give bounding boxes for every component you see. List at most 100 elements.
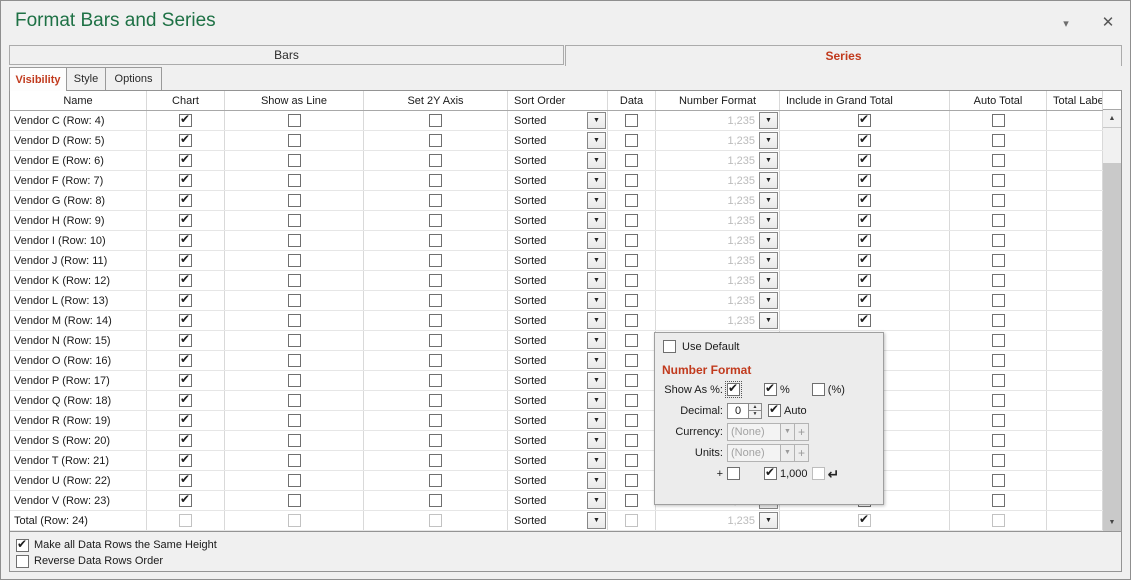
grand-total-checkbox[interactable] [858, 212, 871, 227]
table-row[interactable]: Vendor O (Row: 16)Sorted▼1,235▼ [10, 351, 1103, 371]
auto-total-checkbox[interactable] [991, 394, 1005, 407]
show-as-line-checkbox[interactable] [287, 134, 301, 147]
sort-order-dropdown-button[interactable]: ▼ [587, 452, 606, 469]
number-format-dropdown-button[interactable]: ▼ [759, 132, 778, 149]
number-format-dropdown-button[interactable]: ▼ [759, 312, 778, 329]
auto-total-checkbox[interactable] [991, 454, 1005, 467]
auto-total-checkbox[interactable] [991, 294, 1005, 307]
show-as-line-checkbox[interactable] [287, 494, 301, 507]
dialog-dropdown-caret-icon[interactable]: ▾ [1053, 13, 1079, 33]
number-format-dropdown-button[interactable]: ▼ [759, 272, 778, 289]
vertical-scrollbar[interactable]: ▲ ▼ [1103, 91, 1121, 531]
set-2y-axis-checkbox[interactable] [429, 254, 442, 267]
show-as-line-checkbox[interactable] [287, 154, 301, 167]
show-as-line-checkbox[interactable] [287, 474, 301, 487]
set-2y-axis-checkbox[interactable] [429, 374, 442, 387]
sort-order-dropdown-button[interactable]: ▼ [587, 132, 606, 149]
auto-checkbox[interactable] [768, 402, 781, 417]
sort-order-dropdown-button[interactable]: ▼ [587, 352, 606, 369]
scrollbar-up-icon[interactable]: ▲ [1103, 110, 1121, 127]
show-as-line-checkbox[interactable] [287, 394, 301, 407]
set-2y-axis-checkbox[interactable] [429, 274, 442, 287]
chart-checkbox[interactable] [179, 112, 192, 127]
set-2y-axis-checkbox[interactable] [429, 154, 442, 167]
spinner-down-icon[interactable]: ▼ [749, 411, 762, 419]
number-format-dropdown-button[interactable]: ▼ [759, 252, 778, 269]
show-as-line-checkbox[interactable] [287, 254, 301, 267]
table-row[interactable]: Vendor I (Row: 10) Sorted ▼ 1,235 ▼ [10, 231, 1103, 251]
set-2y-axis-checkbox[interactable] [429, 514, 442, 527]
show-as-line-checkbox[interactable] [287, 174, 301, 187]
show-as-line-checkbox[interactable] [287, 294, 301, 307]
auto-total-checkbox[interactable] [991, 274, 1005, 287]
set-2y-axis-checkbox[interactable] [429, 474, 442, 487]
sort-order-dropdown-button[interactable]: ▼ [587, 332, 606, 349]
scrollbar-thumb[interactable] [1103, 128, 1121, 163]
data-checkbox[interactable] [625, 114, 638, 127]
auto-total-checkbox[interactable] [991, 374, 1005, 387]
chart-checkbox[interactable] [179, 192, 192, 207]
sort-order-dropdown-button[interactable]: ▼ [587, 172, 606, 189]
show-as-line-checkbox[interactable] [287, 274, 301, 287]
sort-order-dropdown-button[interactable]: ▼ [587, 312, 606, 329]
data-checkbox[interactable] [625, 334, 638, 347]
grand-total-checkbox[interactable] [858, 152, 871, 167]
data-checkbox[interactable] [625, 514, 638, 527]
chart-checkbox[interactable] [179, 312, 192, 327]
set-2y-axis-checkbox[interactable] [429, 294, 442, 307]
auto-total-checkbox[interactable] [991, 214, 1005, 227]
chart-checkbox[interactable] [179, 152, 192, 167]
chart-checkbox[interactable] [179, 372, 192, 387]
column-header[interactable]: Data [608, 91, 656, 110]
column-header[interactable]: Sort Order [508, 91, 608, 110]
show-as-line-checkbox[interactable] [287, 194, 301, 207]
data-checkbox[interactable] [625, 434, 638, 447]
auto-total-checkbox[interactable] [991, 334, 1005, 347]
column-header[interactable]: Total Label [1047, 91, 1103, 110]
chart-checkbox[interactable] [179, 392, 192, 407]
set-2y-axis-checkbox[interactable] [429, 314, 442, 327]
table-row[interactable]: Vendor C (Row: 4) Sorted ▼ 1,235 ▼ [10, 111, 1103, 131]
sort-order-dropdown-button[interactable]: ▼ [587, 292, 606, 309]
column-header[interactable]: Set 2Y Axis [364, 91, 508, 110]
auto-total-checkbox[interactable] [991, 434, 1005, 447]
tab-series[interactable]: Series [565, 45, 1122, 66]
set-2y-axis-checkbox[interactable] [429, 194, 442, 207]
show-as-line-checkbox[interactable] [287, 354, 301, 367]
chart-checkbox[interactable] [179, 492, 192, 507]
sort-order-dropdown-button[interactable]: ▼ [587, 412, 606, 429]
auto-total-checkbox[interactable] [991, 154, 1005, 167]
number-format-dropdown-button[interactable]: ▼ [759, 192, 778, 209]
data-checkbox[interactable] [625, 474, 638, 487]
pct-checkbox[interactable] [764, 381, 777, 396]
sort-order-dropdown-button[interactable]: ▼ [587, 372, 606, 389]
set-2y-axis-checkbox[interactable] [429, 114, 442, 127]
grand-total-checkbox[interactable] [858, 192, 871, 207]
sort-order-dropdown-button[interactable]: ▼ [587, 192, 606, 209]
scrollbar-track[interactable] [1103, 163, 1121, 514]
data-checkbox[interactable] [625, 194, 638, 207]
data-checkbox[interactable] [625, 354, 638, 367]
chart-checkbox[interactable] [179, 132, 192, 147]
grand-total-checkbox[interactable] [858, 292, 871, 307]
show-as-line-checkbox[interactable] [287, 214, 301, 227]
subtab-visibility[interactable]: Visibility [9, 67, 67, 91]
sort-order-dropdown-button[interactable]: ▼ [587, 472, 606, 489]
chart-checkbox[interactable] [179, 472, 192, 487]
decimal-stepper[interactable]: ▲ ▼ [749, 402, 762, 419]
set-2y-axis-checkbox[interactable] [429, 494, 442, 507]
thousands-separator-checkbox[interactable] [764, 465, 777, 480]
auto-total-checkbox[interactable] [991, 174, 1005, 187]
close-icon[interactable]: ✕ [1095, 11, 1121, 33]
chart-checkbox[interactable] [179, 432, 192, 447]
same-height-checkbox[interactable] [16, 537, 29, 552]
data-checkbox[interactable] [625, 494, 638, 507]
grand-total-checkbox[interactable] [858, 312, 871, 327]
data-checkbox[interactable] [625, 274, 638, 287]
table-row[interactable]: Vendor Q (Row: 18)Sorted▼1,235▼ [10, 391, 1103, 411]
table-row[interactable]: Vendor U (Row: 22)Sorted▼1,235▼ [10, 471, 1103, 491]
auto-total-checkbox[interactable] [991, 114, 1005, 127]
number-format-dropdown-button[interactable]: ▼ [759, 232, 778, 249]
set-2y-axis-checkbox[interactable] [429, 134, 442, 147]
chart-checkbox[interactable] [179, 412, 192, 427]
